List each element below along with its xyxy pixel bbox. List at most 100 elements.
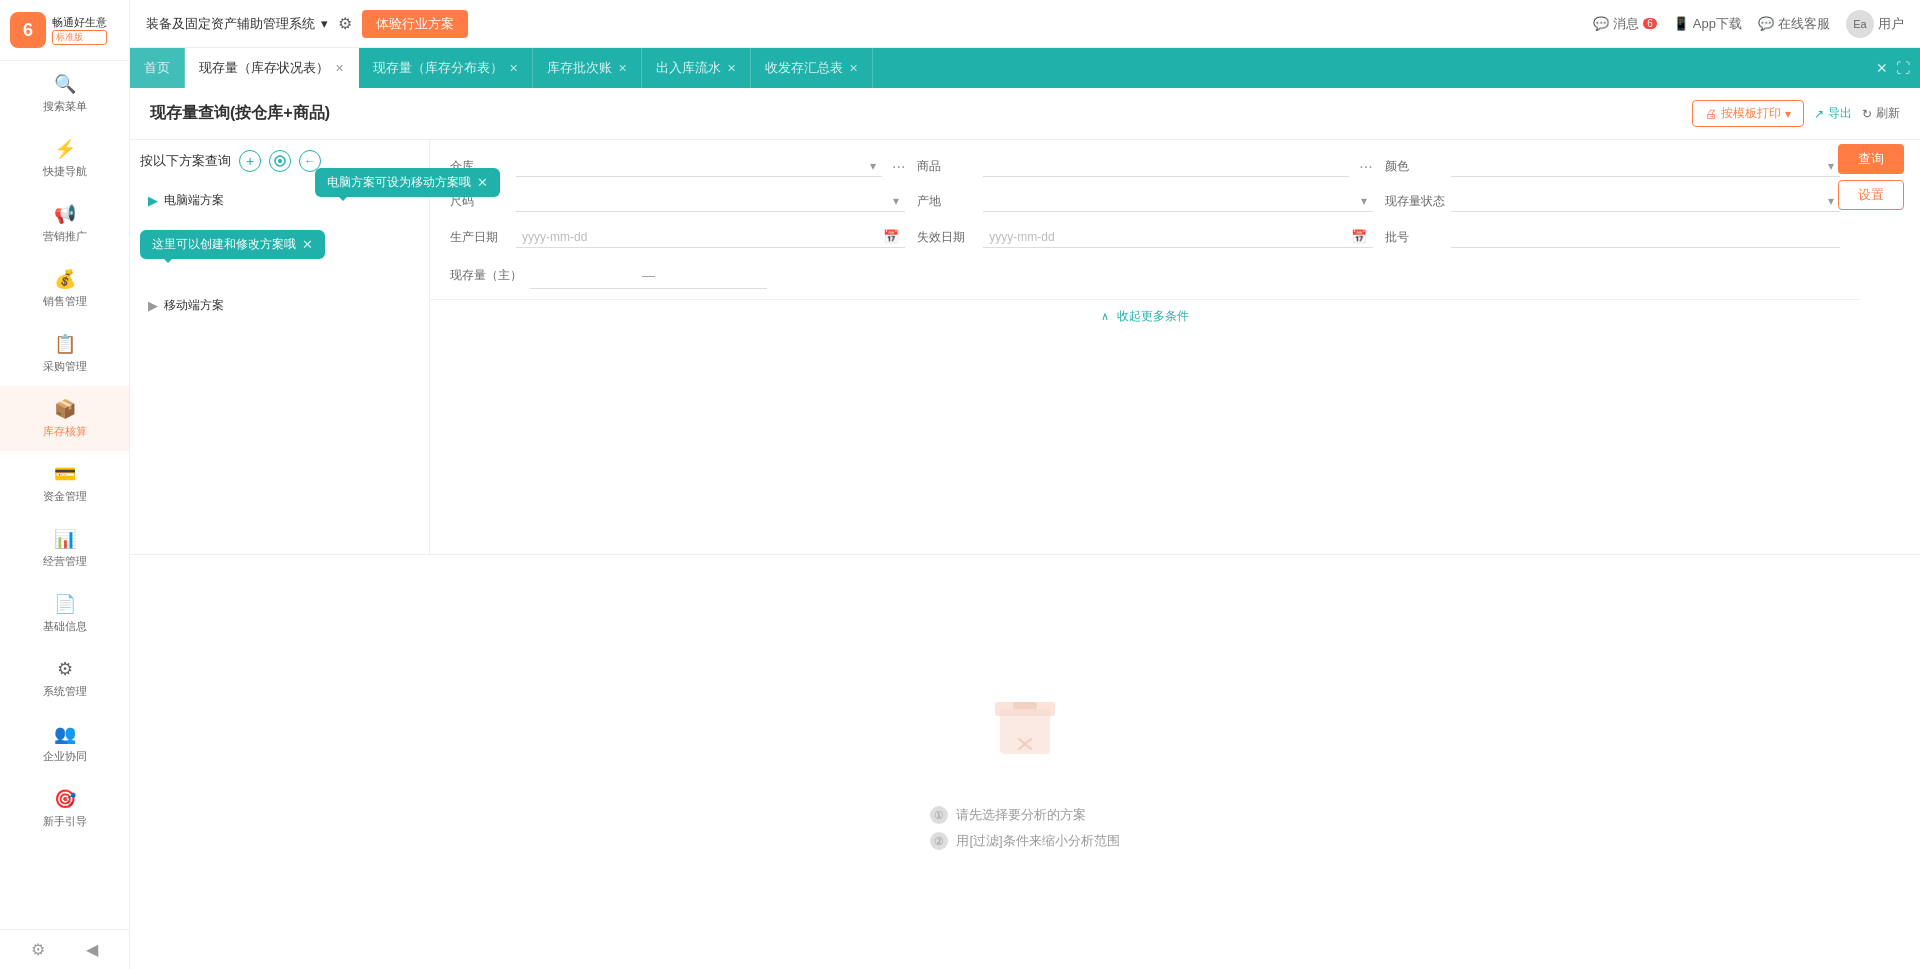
tab-inventory-status[interactable]: 现存量（库存状况表） ✕ (185, 48, 359, 88)
filter-field-color: 颜色 ▾ (1385, 156, 1840, 177)
origin-select[interactable]: ▾ (983, 191, 1372, 212)
user-button[interactable]: Ea 用户 (1846, 10, 1904, 38)
expire-date-placeholder: yyyy-mm-dd (989, 230, 1054, 244)
sidebar-item-system[interactable]: ⚙ 系统管理 (0, 646, 129, 711)
settings-icon[interactable]: ⚙ (338, 14, 352, 33)
tabs-close-all-icon[interactable]: ✕ (1876, 60, 1888, 76)
search-button[interactable]: 查询 (1838, 144, 1904, 174)
tab-summary[interactable]: 收发存汇总表 ✕ (751, 48, 873, 88)
chevron-down-icon: ▾ (870, 159, 876, 173)
tab-close-icon[interactable]: ✕ (618, 62, 627, 75)
expire-date-input[interactable]: yyyy-mm-dd 📅 (983, 226, 1372, 248)
scheme-list: ▶ 电脑端方案 这里可以创建和修改方案哦 ✕ ▶ 移动端方案 (140, 188, 419, 318)
export-icon: ↗ (1814, 107, 1824, 121)
tab-label: 首页 (144, 59, 170, 77)
sidebar-item-enterprise[interactable]: 👥 企业协同 (0, 711, 129, 776)
expire-date-label: 失效日期 (917, 229, 977, 246)
app-edition: 标准版 (52, 30, 107, 45)
online-support-button[interactable]: 💬 在线客服 (1758, 15, 1830, 33)
prod-date-start[interactable]: yyyy-mm-dd 📅 (516, 226, 905, 248)
tooltip-close-icon[interactable]: ✕ (477, 175, 488, 190)
scheme-group-label: 电脑端方案 (164, 192, 224, 209)
sidebar-item-guide[interactable]: 🎯 新手引导 (0, 776, 129, 841)
stock-status-label: 现存量状态 (1385, 193, 1445, 210)
tooltip-pc-scheme: 电脑方案可设为移动方案哦 ✕ (315, 168, 500, 197)
tab-close-icon[interactable]: ✕ (727, 62, 736, 75)
sidebar-item-marketing[interactable]: 📢 营销推广 (0, 191, 129, 256)
scheme-group-mobile-header[interactable]: ▶ 移动端方案 (140, 293, 419, 318)
refresh-button[interactable]: ↻ 刷新 (1862, 105, 1900, 122)
filter-row-3: 生产日期 yyyy-mm-dd 📅 失效日期 yyyy-mm-dd 📅 (450, 226, 1840, 248)
sidebar-item-purchase[interactable]: 📋 采购管理 (0, 321, 129, 386)
sidebar-item-inventory[interactable]: 📦 库存核算 (0, 386, 129, 451)
collapse-sidebar-icon[interactable]: ◀ (86, 940, 98, 959)
sidebar-item-label: 企业协同 (43, 749, 87, 764)
enterprise-icon: 👥 (54, 723, 76, 745)
chevron-icon: ▶ (148, 193, 158, 208)
add-scheme-button[interactable]: + (239, 150, 261, 172)
chevron-icon: ▶ (148, 298, 158, 313)
tabs-maximize-icon[interactable]: ⛶ (1896, 60, 1910, 76)
sidebar-item-label: 采购管理 (43, 359, 87, 374)
sidebar-item-label: 基础信息 (43, 619, 87, 634)
industry-button[interactable]: 体验行业方案 (362, 10, 468, 38)
tab-in-out-flow[interactable]: 出入库流水 ✕ (642, 48, 751, 88)
sales-icon: 💰 (54, 268, 76, 290)
chevron-down-icon: ▾ (1828, 159, 1834, 173)
sidebar-item-search[interactable]: 🔍 搜索菜单 (0, 61, 129, 126)
collapse-bar[interactable]: ∧ 收起更多条件 (430, 299, 1860, 333)
stock-qty-start[interactable] (536, 265, 636, 285)
message-badge: 6 (1643, 18, 1657, 29)
size-select[interactable]: ▾ (516, 191, 905, 212)
tooltip-edit-scheme: 这里可以创建和修改方案哦 ✕ (140, 230, 325, 259)
app-name: 畅通好生意 (52, 15, 107, 30)
print-button[interactable]: 🖨 按模板打印 ▾ (1692, 100, 1804, 127)
export-button[interactable]: ↗ 导出 (1814, 105, 1852, 122)
tab-label: 收发存汇总表 (765, 59, 843, 77)
warehouse-more-icon[interactable]: ··· (892, 158, 905, 176)
stock-status-select[interactable]: ▾ (1451, 191, 1840, 212)
filter-field-origin: 产地 ▾ (917, 191, 1372, 212)
color-select[interactable]: ▾ (1451, 156, 1840, 177)
sidebar-item-sales[interactable]: 💰 销售管理 (0, 256, 129, 321)
sidebar-item-operations[interactable]: 📊 经营管理 (0, 516, 129, 581)
sidebar-item-nav[interactable]: ⚡ 快捷导航 (0, 126, 129, 191)
goods-input[interactable] (983, 156, 1349, 177)
sidebar-item-basic-info[interactable]: 📄 基础信息 (0, 581, 129, 646)
tooltip-close-icon[interactable]: ✕ (302, 237, 313, 252)
filter-row-2: 尺码 ▾ 产地 ▾ (450, 191, 1840, 212)
warehouse-select[interactable]: ▾ (516, 156, 882, 177)
guide-icon: 🎯 (54, 788, 76, 810)
batch-input[interactable] (1451, 227, 1840, 248)
edit-scheme-button[interactable] (269, 150, 291, 172)
sidebar-item-finance[interactable]: 💳 资金管理 (0, 451, 129, 516)
tab-inventory-distribution[interactable]: 现存量（库存分布表） ✕ (359, 48, 533, 88)
chevron-down-icon: ▾ (1361, 194, 1367, 208)
stock-qty-end[interactable] (661, 265, 761, 285)
system-selector[interactable]: 装备及固定资产辅助管理系统 ▾ (146, 15, 328, 33)
tab-batch-account[interactable]: 库存批次账 ✕ (533, 48, 642, 88)
main-area: 装备及固定资产辅助管理系统 ▾ ⚙ 体验行业方案 💬 消息 6 📱 App下载 … (130, 0, 1920, 969)
settings-bottom-icon[interactable]: ⚙ (31, 940, 45, 959)
sidebar-bottom: ⚙ ◀ (0, 929, 129, 969)
tab-home[interactable]: 首页 (130, 48, 185, 88)
print-icon: 🖨 (1705, 107, 1717, 121)
header-left: 装备及固定资产辅助管理系统 ▾ ⚙ 体验行业方案 (146, 10, 468, 38)
basic-info-icon: 📄 (54, 593, 76, 615)
tab-close-icon[interactable]: ✕ (335, 62, 344, 75)
message-button[interactable]: 💬 消息 6 (1593, 15, 1657, 33)
svg-rect-4 (1013, 702, 1037, 709)
sidebar-item-label: 销售管理 (43, 294, 87, 309)
app-download-button[interactable]: 📱 App下载 (1673, 15, 1742, 33)
goods-more-icon[interactable]: ··· (1359, 158, 1372, 176)
calendar-icon[interactable]: 📅 (1351, 229, 1367, 244)
reset-button[interactable]: 设置 (1838, 180, 1904, 210)
calendar-icon[interactable]: 📅 (883, 229, 899, 244)
page-header: 现存量查询(按仓库+商品) 🖨 按模板打印 ▾ ↗ 导出 ↻ 刷新 (130, 88, 1920, 140)
svg-point-1 (278, 159, 282, 163)
tab-close-icon[interactable]: ✕ (509, 62, 518, 75)
step-number: ① (930, 806, 948, 824)
color-label: 颜色 (1385, 158, 1445, 175)
tab-close-icon[interactable]: ✕ (849, 62, 858, 75)
page-header-actions: 🖨 按模板打印 ▾ ↗ 导出 ↻ 刷新 (1692, 100, 1900, 127)
